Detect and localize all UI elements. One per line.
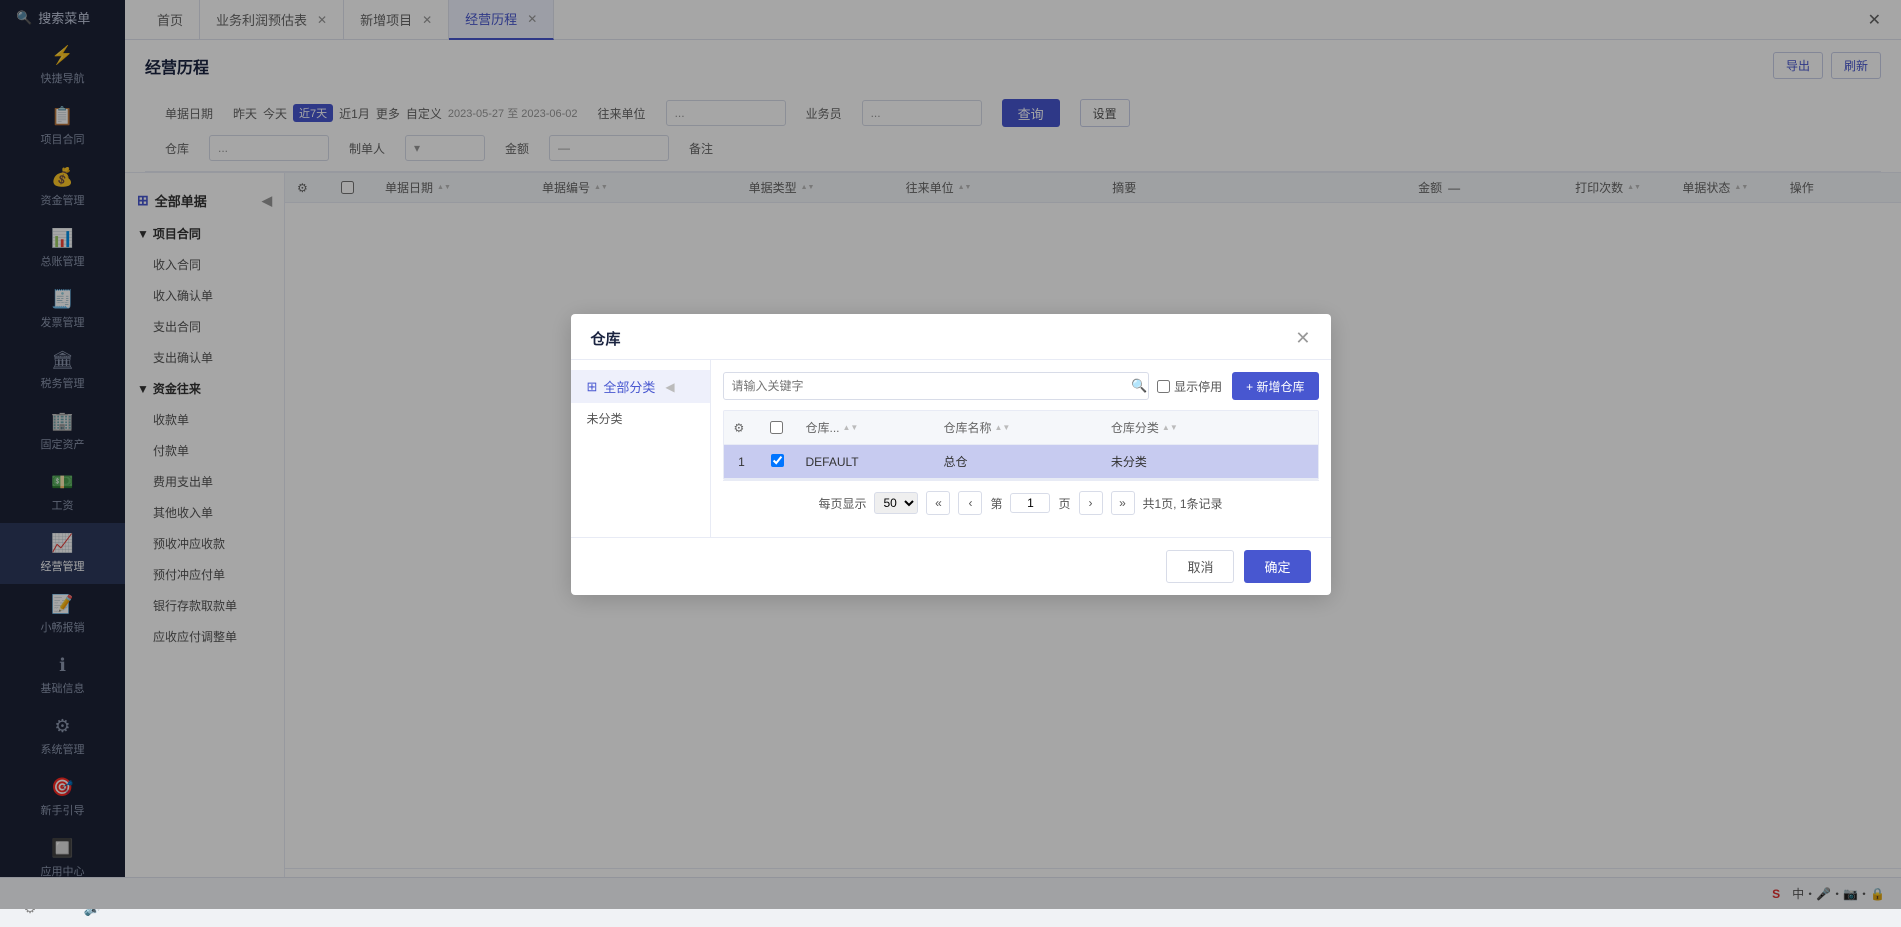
modal-header: 仓库 ✕ — [571, 314, 1331, 360]
cancel-button[interactable]: 取消 — [1166, 550, 1234, 583]
modal-sidebar-all-label: 全部分类 — [603, 377, 655, 396]
modal-select-all-checkbox[interactable] — [770, 421, 783, 434]
modal-title-text: 仓库 — [591, 328, 621, 349]
modal-overlay[interactable]: 仓库 ✕ ⊞ 全部分类 ◀ 未分类 🔍 — [0, 0, 1901, 909]
show-disabled-text: 显示停用 — [1174, 378, 1222, 395]
modal-settings-icon: ⚙ — [734, 421, 745, 435]
modal-col-category-header[interactable]: 仓库分类 ▲▼ — [1101, 411, 1318, 444]
show-disabled-label[interactable]: 显示停用 — [1157, 378, 1222, 395]
modal-sidebar-collapse-btn[interactable]: ◀ — [665, 380, 674, 394]
modal-per-page-label: 每页显示 — [818, 495, 866, 512]
modal-pagination: 每页显示 50 « ‹ 第 页 › » 共1页, 1条记录 — [723, 480, 1319, 525]
modal-col-settings-header[interactable]: ⚙ — [724, 413, 760, 443]
modal-col-code-header[interactable]: 仓库... ▲▼ — [796, 411, 934, 444]
modal-table-header: ⚙ 仓库... ▲▼ 仓库名称 ▲▼ — [724, 411, 1318, 445]
modal-per-page-select[interactable]: 50 — [874, 492, 918, 514]
row-code-cell: DEFAULT — [796, 447, 934, 477]
modal-page-input[interactable] — [1010, 493, 1050, 513]
modal-next-page-btn[interactable]: › — [1079, 491, 1103, 515]
col-category-label: 仓库分类 — [1111, 419, 1159, 436]
modal-body: ⊞ 全部分类 ◀ 未分类 🔍 显示停用 + 新增 — [571, 360, 1331, 537]
modal-first-page-btn[interactable]: « — [926, 491, 950, 515]
show-disabled-checkbox[interactable] — [1157, 380, 1170, 393]
modal-table: ⚙ 仓库... ▲▼ 仓库名称 ▲▼ — [723, 410, 1319, 480]
modal-sidebar-category-label: 未分类 — [587, 412, 623, 426]
modal-toolbar: 🔍 显示停用 + 新增仓库 — [723, 372, 1319, 400]
modal-sidebar: ⊞ 全部分类 ◀ 未分类 — [571, 360, 711, 537]
modal-sidebar-all-category[interactable]: ⊞ 全部分类 ◀ — [571, 370, 710, 403]
code-sort-icon: ▲▼ — [843, 424, 859, 432]
modal-total-text: 共1页, 1条记录 — [1143, 495, 1223, 512]
row-category-cell: 未分类 — [1101, 445, 1318, 478]
name-sort-icon: ▲▼ — [994, 424, 1010, 432]
col-code-label: 仓库... — [806, 419, 840, 436]
confirm-button[interactable]: 确定 — [1244, 550, 1310, 583]
modal-page-suffix: 页 — [1058, 495, 1070, 512]
modal-close-btn[interactable]: ✕ — [1295, 328, 1310, 349]
warehouse-modal: 仓库 ✕ ⊞ 全部分类 ◀ 未分类 🔍 — [571, 314, 1331, 595]
modal-table-body: 1 DEFAULT 总仓 未分类 — [724, 445, 1318, 479]
modal-grid-icon: ⊞ — [587, 379, 598, 395]
row-checkbox[interactable] — [771, 454, 784, 467]
add-warehouse-button[interactable]: + 新增仓库 — [1232, 372, 1318, 400]
modal-last-page-btn[interactable]: » — [1111, 491, 1135, 515]
modal-main: 🔍 显示停用 + 新增仓库 ⚙ — [711, 360, 1331, 537]
modal-footer: 取消 确定 — [571, 537, 1331, 595]
modal-search-icon[interactable]: 🔍 — [1131, 378, 1147, 394]
modal-page-prefix: 第 — [990, 495, 1002, 512]
modal-col-check-header[interactable] — [760, 413, 796, 442]
table-row[interactable]: 1 DEFAULT 总仓 未分类 — [724, 445, 1318, 479]
modal-search-input[interactable] — [723, 372, 1149, 400]
row-settings-cell: 1 — [724, 447, 760, 477]
modal-col-name-header[interactable]: 仓库名称 ▲▼ — [933, 411, 1100, 444]
category-sort-icon: ▲▼ — [1162, 424, 1178, 432]
row-check-cell[interactable] — [760, 446, 796, 478]
row-name-cell: 总仓 — [933, 445, 1100, 478]
col-name-label: 仓库名称 — [943, 419, 991, 436]
modal-prev-page-btn[interactable]: ‹ — [958, 491, 982, 515]
modal-sidebar-uncategorized[interactable]: 未分类 — [571, 403, 710, 434]
